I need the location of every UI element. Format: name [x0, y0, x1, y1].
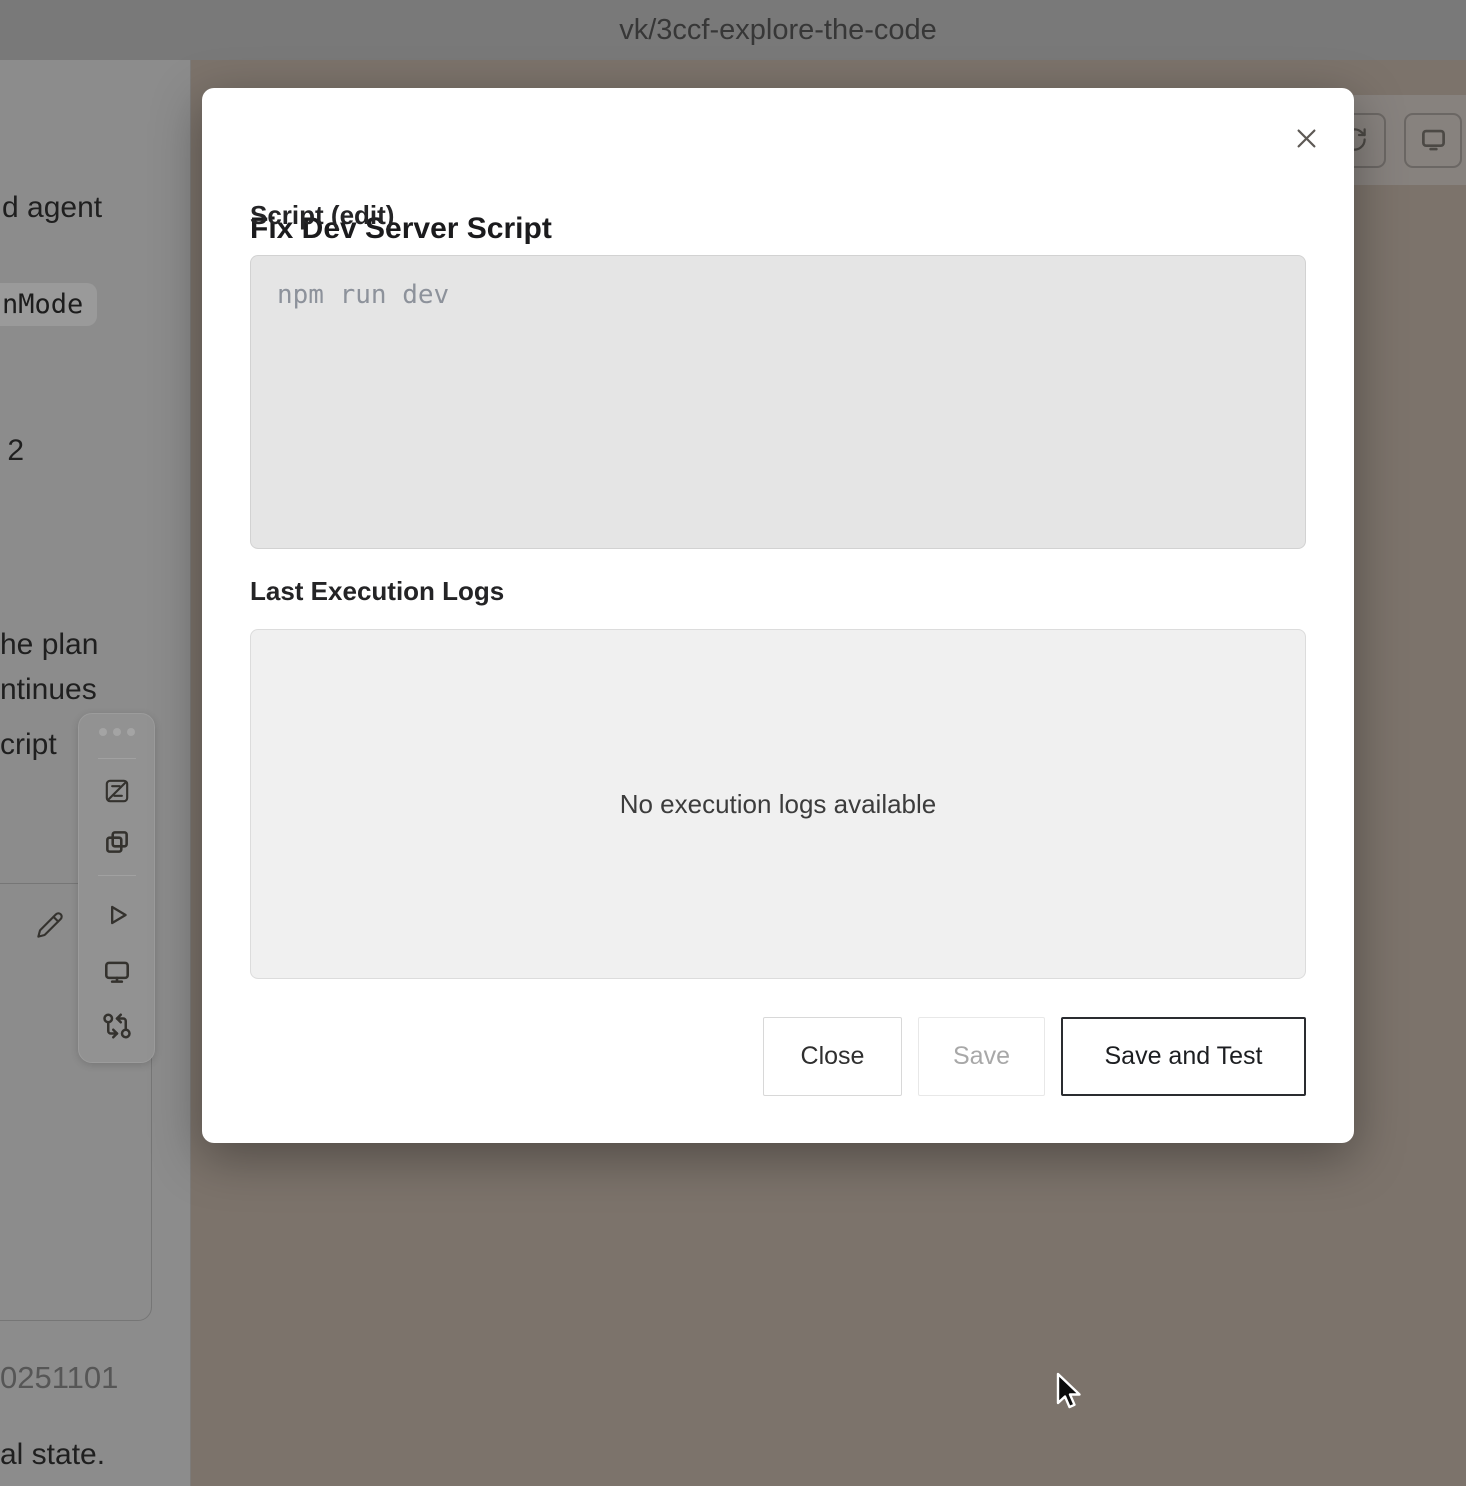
save-and-test-button[interactable]: Save and Test: [1061, 1017, 1306, 1096]
script-input[interactable]: [250, 255, 1306, 549]
floating-toolbar[interactable]: [78, 713, 155, 1063]
drag-handle-dots-icon[interactable]: [79, 728, 154, 736]
monitor-icon: [1420, 126, 1447, 156]
app-window: vk/3ccf-explore-the-code d agent nMode y…: [0, 0, 1466, 1486]
preview-monitor-button[interactable]: [1404, 113, 1462, 168]
sidebar-text-fragment: al state.: [0, 1438, 106, 1471]
toolbar-divider: [98, 875, 136, 876]
close-icon[interactable]: [1288, 120, 1324, 156]
sidebar-id-fragment: 0251101: [0, 1360, 119, 1395]
pencil-icon[interactable]: [36, 911, 64, 939]
dialog-button-row: Close Save Save and Test: [763, 1017, 1306, 1096]
toolbar-divider: [98, 758, 136, 759]
sidebar-text-fragment: d agent: [2, 191, 103, 224]
sidebar-text-fragment: y 2: [0, 434, 25, 467]
window-title: vk/3ccf-explore-the-code: [619, 13, 937, 46]
logs-empty-message: No execution logs available: [619, 788, 937, 819]
fix-dev-server-script-dialog: Fix Dev Server Script Script (edit) Last…: [202, 88, 1354, 1143]
sidebar-text-fragment: he plan: [0, 628, 99, 661]
execution-logs-panel: No execution logs available: [250, 629, 1306, 979]
zed-logo-icon[interactable]: [102, 776, 132, 806]
script-field-label: Script (edit): [250, 200, 395, 230]
sidebar-text-fragment: cript: [0, 728, 57, 761]
logs-field-label: Last Execution Logs: [250, 576, 505, 606]
git-compare-icon[interactable]: [102, 1011, 132, 1041]
close-button[interactable]: Close: [763, 1017, 902, 1096]
monitor-icon[interactable]: [102, 957, 132, 987]
play-icon[interactable]: [102, 900, 132, 930]
copy-icon[interactable]: [102, 827, 132, 857]
save-button[interactable]: Save: [918, 1017, 1045, 1096]
window-titlebar: vk/3ccf-explore-the-code: [0, 0, 1466, 60]
mode-badge: nMode: [0, 283, 98, 326]
sidebar-text-fragment: ntinues: [0, 673, 97, 706]
